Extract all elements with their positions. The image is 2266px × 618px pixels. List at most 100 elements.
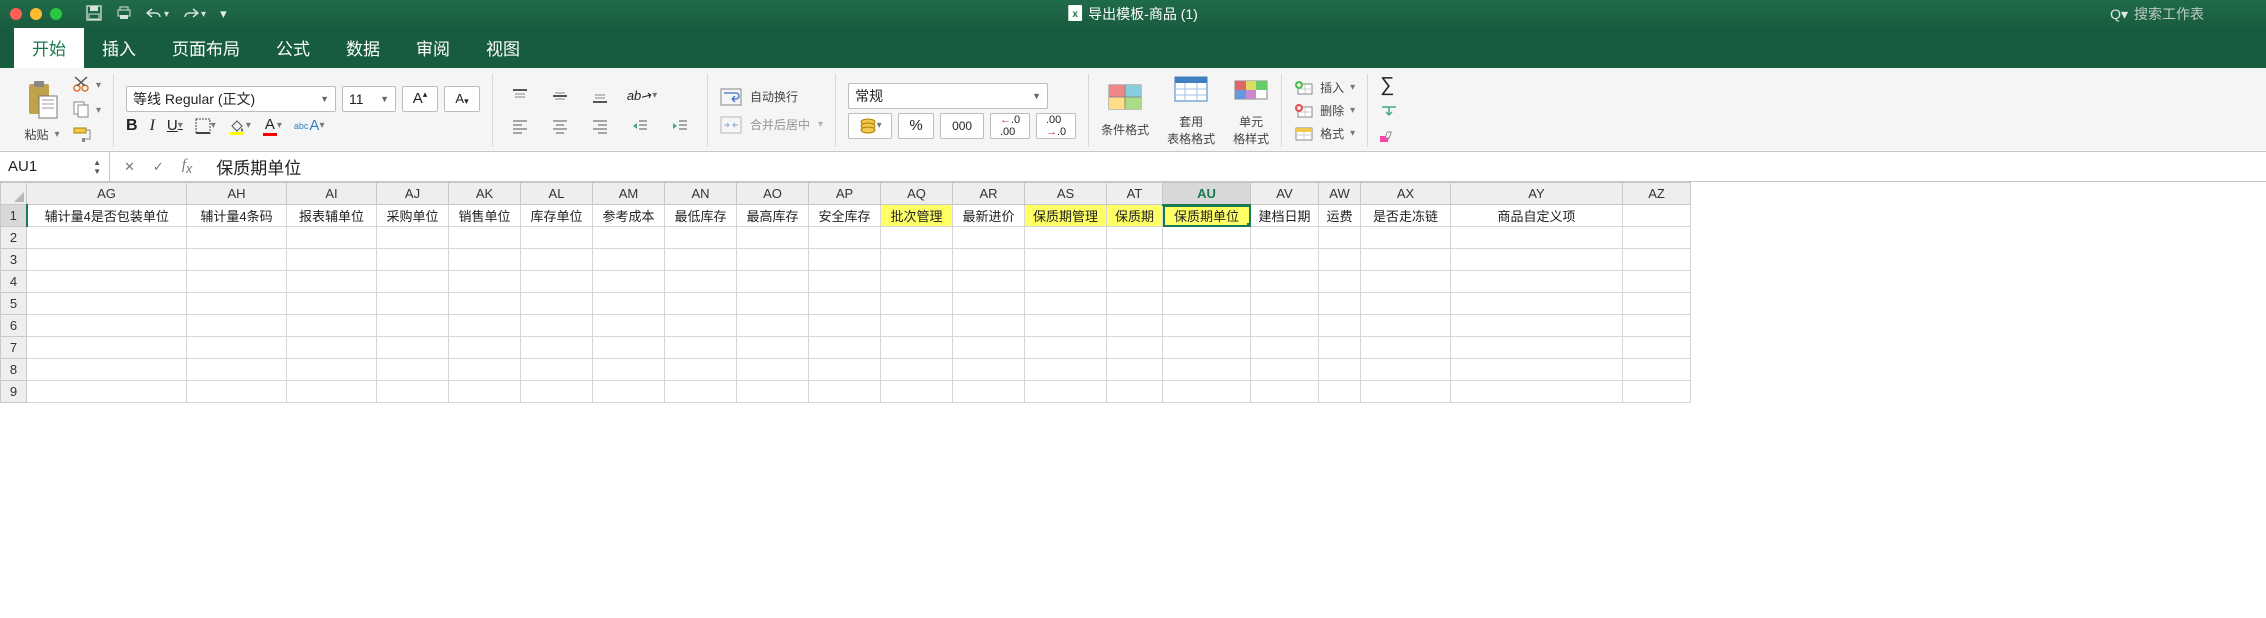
- decrease-font-button[interactable]: A▾: [444, 86, 480, 112]
- chevron-up-icon[interactable]: ▲: [93, 158, 101, 167]
- cell-AY7[interactable]: [1451, 337, 1623, 359]
- cell-AJ5[interactable]: [377, 293, 449, 315]
- cell-AS7[interactable]: [1025, 337, 1107, 359]
- column-header-AN[interactable]: AN: [665, 183, 737, 205]
- cell-AT9[interactable]: [1107, 381, 1163, 403]
- cell-AU6[interactable]: [1163, 315, 1251, 337]
- cell-AY8[interactable]: [1451, 359, 1623, 381]
- tab-视图[interactable]: 视图: [468, 25, 538, 68]
- cell-AT4[interactable]: [1107, 271, 1163, 293]
- cell-AL4[interactable]: [521, 271, 593, 293]
- cell-AO7[interactable]: [737, 337, 809, 359]
- column-header-AV[interactable]: AV: [1251, 183, 1319, 205]
- cell-AI2[interactable]: [287, 227, 377, 249]
- cell-AN3[interactable]: [665, 249, 737, 271]
- cell-AM3[interactable]: [593, 249, 665, 271]
- column-header-AT[interactable]: AT: [1107, 183, 1163, 205]
- cell-AT1[interactable]: 保质期: [1107, 205, 1163, 227]
- align-left-button[interactable]: [505, 113, 535, 139]
- cell-AZ6[interactable]: [1623, 315, 1691, 337]
- cell-AK4[interactable]: [449, 271, 521, 293]
- formula-input[interactable]: 保质期单位: [206, 154, 2266, 179]
- cell-AY9[interactable]: [1451, 381, 1623, 403]
- wrap-text-button[interactable]: 自动换行: [720, 88, 823, 106]
- row-header-5[interactable]: 5: [1, 293, 27, 315]
- cell-AU9[interactable]: [1163, 381, 1251, 403]
- increase-indent-button[interactable]: [665, 113, 695, 139]
- cell-AM9[interactable]: [593, 381, 665, 403]
- tab-开始[interactable]: 开始: [14, 25, 84, 68]
- column-header-AM[interactable]: AM: [593, 183, 665, 205]
- cell-AX1[interactable]: 是否走冻链: [1361, 205, 1451, 227]
- cell-AN5[interactable]: [665, 293, 737, 315]
- cell-AG4[interactable]: [27, 271, 187, 293]
- cell-AS3[interactable]: [1025, 249, 1107, 271]
- cell-AO8[interactable]: [737, 359, 809, 381]
- cell-AN6[interactable]: [665, 315, 737, 337]
- close-window-button[interactable]: [10, 8, 22, 20]
- cell-AT7[interactable]: [1107, 337, 1163, 359]
- cell-AZ2[interactable]: [1623, 227, 1691, 249]
- cell-AR7[interactable]: [953, 337, 1025, 359]
- tab-插入[interactable]: 插入: [84, 25, 154, 68]
- font-size-select[interactable]: 11▼: [342, 86, 396, 112]
- cell-AG7[interactable]: [27, 337, 187, 359]
- cell-AV8[interactable]: [1251, 359, 1319, 381]
- redo-button[interactable]: ▾: [183, 7, 206, 21]
- cell-AM7[interactable]: [593, 337, 665, 359]
- font-color-button[interactable]: A▾: [263, 116, 282, 136]
- row-header-4[interactable]: 4: [1, 271, 27, 293]
- tab-审阅[interactable]: 审阅: [398, 25, 468, 68]
- cell-AL6[interactable]: [521, 315, 593, 337]
- cell-AH5[interactable]: [187, 293, 287, 315]
- cell-AV4[interactable]: [1251, 271, 1319, 293]
- align-bottom-button[interactable]: [585, 83, 615, 109]
- cell-AU3[interactable]: [1163, 249, 1251, 271]
- zoom-window-button[interactable]: [50, 8, 62, 20]
- cell-AV2[interactable]: [1251, 227, 1319, 249]
- cell-AW8[interactable]: [1319, 359, 1361, 381]
- cell-AH9[interactable]: [187, 381, 287, 403]
- minimize-window-button[interactable]: [30, 8, 42, 20]
- cell-AX4[interactable]: [1361, 271, 1451, 293]
- cell-AZ7[interactable]: [1623, 337, 1691, 359]
- cell-AU5[interactable]: [1163, 293, 1251, 315]
- column-header-AU[interactable]: AU: [1163, 183, 1251, 205]
- cell-AX5[interactable]: [1361, 293, 1451, 315]
- orientation-button[interactable]: ab↗▾: [625, 83, 659, 109]
- cell-AH2[interactable]: [187, 227, 287, 249]
- column-header-AG[interactable]: AG: [27, 183, 187, 205]
- cell-AR6[interactable]: [953, 315, 1025, 337]
- autosum-button[interactable]: ∑: [1380, 74, 1398, 97]
- cell-AZ4[interactable]: [1623, 271, 1691, 293]
- cell-AZ5[interactable]: [1623, 293, 1691, 315]
- cell-AM8[interactable]: [593, 359, 665, 381]
- row-header-7[interactable]: 7: [1, 337, 27, 359]
- align-right-button[interactable]: [585, 113, 615, 139]
- cell-AP6[interactable]: [809, 315, 881, 337]
- column-header-AX[interactable]: AX: [1361, 183, 1451, 205]
- cell-AW6[interactable]: [1319, 315, 1361, 337]
- cell-AM5[interactable]: [593, 293, 665, 315]
- cell-AJ7[interactable]: [377, 337, 449, 359]
- cell-AR9[interactable]: [953, 381, 1025, 403]
- cell-AV9[interactable]: [1251, 381, 1319, 403]
- cell-AL5[interactable]: [521, 293, 593, 315]
- cell-AY2[interactable]: [1451, 227, 1623, 249]
- cell-AJ4[interactable]: [377, 271, 449, 293]
- cell-AI1[interactable]: 报表辅单位: [287, 205, 377, 227]
- cell-AN7[interactable]: [665, 337, 737, 359]
- cell-AK8[interactable]: [449, 359, 521, 381]
- cell-AR1[interactable]: 最新进价: [953, 205, 1025, 227]
- cut-icon[interactable]: [72, 75, 90, 96]
- cell-AO1[interactable]: 最高库存: [737, 205, 809, 227]
- cell-AQ9[interactable]: [881, 381, 953, 403]
- cell-AJ8[interactable]: [377, 359, 449, 381]
- delete-cells-button[interactable]: 删除▾: [1294, 102, 1355, 119]
- cell-AO5[interactable]: [737, 293, 809, 315]
- row-header-3[interactable]: 3: [1, 249, 27, 271]
- cell-AP5[interactable]: [809, 293, 881, 315]
- cell-AR2[interactable]: [953, 227, 1025, 249]
- cell-AT2[interactable]: [1107, 227, 1163, 249]
- column-header-AK[interactable]: AK: [449, 183, 521, 205]
